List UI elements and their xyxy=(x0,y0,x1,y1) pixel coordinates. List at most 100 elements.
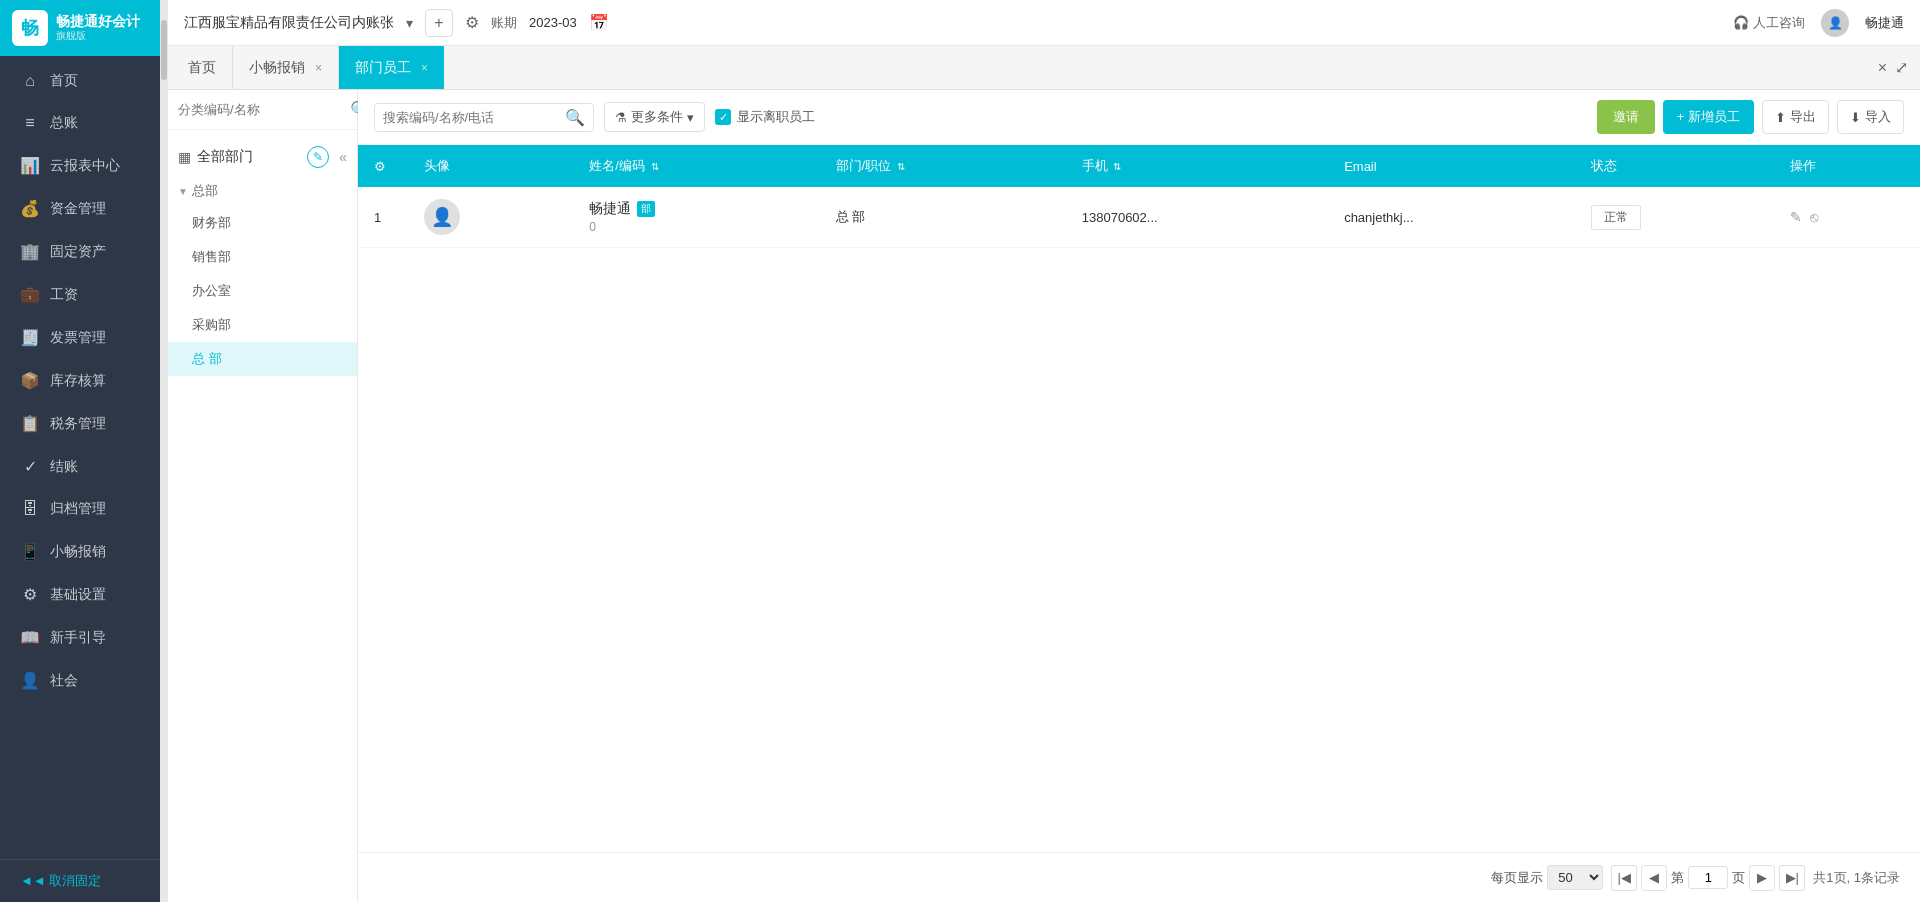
sidebar-item-expense[interactable]: 📱 小畅报销 xyxy=(0,530,160,573)
expense-icon: 📱 xyxy=(20,542,40,561)
collapse-button[interactable]: « xyxy=(339,149,347,165)
social-icon: 👤 xyxy=(20,671,40,690)
dept-parent-head: ▼ 总部 xyxy=(168,176,357,206)
name-sort-icon[interactable]: ⇅ xyxy=(651,161,659,172)
last-page-button[interactable]: ▶| xyxy=(1779,865,1805,891)
dept-item-office[interactable]: 办公室 xyxy=(168,274,357,308)
export-button[interactable]: ⬆ 导出 xyxy=(1762,100,1829,134)
reports-icon: 📊 xyxy=(20,156,40,175)
row-status: 正常 xyxy=(1575,187,1774,248)
period-label: 账期 xyxy=(491,14,517,32)
sidebar-item-archive[interactable]: 🗄 归档管理 xyxy=(0,488,160,530)
calendar-icon[interactable]: 📅 xyxy=(589,13,609,32)
employee-code: 0 xyxy=(589,220,803,234)
unpin-sidebar-button[interactable]: ◄◄ 取消固定 xyxy=(0,859,160,902)
sidebar-item-tax-label: 税务管理 xyxy=(50,415,106,433)
sidebar-item-salary-label: 工资 xyxy=(50,286,78,304)
filter-chevron-icon: ▾ xyxy=(687,110,694,125)
sidebar-item-invoice[interactable]: 🧾 发票管理 xyxy=(0,316,160,359)
table-row: 1 👤 畅捷通 部 0 xyxy=(358,187,1920,248)
col-dept[interactable]: 部门/职位 ⇅ xyxy=(820,145,1066,187)
row-email: chanjethkj... xyxy=(1328,187,1575,248)
dept-edit-button[interactable]: ✎ xyxy=(307,146,329,168)
dept-parent-label: 总部 xyxy=(192,182,218,200)
tab-close-button[interactable]: × xyxy=(1878,59,1887,77)
filter-button[interactable]: ⚗ 更多条件 ▾ xyxy=(604,102,705,132)
toolbar-right: 邀请 + 新增员工 ⬆ 导出 ⬇ 导入 xyxy=(1597,100,1904,134)
inventory-icon: 📦 xyxy=(20,371,40,390)
sidebar-item-ledger-label: 总账 xyxy=(50,114,78,132)
sidebar-item-finance-label: 资金管理 xyxy=(50,200,106,218)
tab-expense[interactable]: 小畅报销 × xyxy=(233,46,339,89)
row-avatar: 👤 xyxy=(408,187,573,248)
status-badge: 正常 xyxy=(1591,205,1641,230)
logo-area: 畅 畅捷通好会计 旗舰版 xyxy=(0,0,160,56)
col-name[interactable]: 姓名/编码 ⇅ xyxy=(573,145,819,187)
sidebar-item-social[interactable]: 👤 社会 xyxy=(0,659,160,702)
sidebar-item-home[interactable]: ⌂ 首页 xyxy=(0,60,160,102)
logout-icon[interactable]: ⎋ xyxy=(1810,209,1818,225)
topbar-right: 🎧 人工咨询 👤 畅捷通 xyxy=(1733,9,1904,37)
add-company-button[interactable]: + xyxy=(425,9,453,37)
sidebar-item-salary[interactable]: 💼 工资 xyxy=(0,273,160,316)
dept-sort-icon[interactable]: ⇅ xyxy=(897,161,905,172)
employee-search-input[interactable] xyxy=(383,110,561,125)
tab-department[interactable]: 部门员工 × xyxy=(339,46,444,89)
support-button[interactable]: 🎧 人工咨询 xyxy=(1733,14,1805,32)
invite-button[interactable]: 邀请 xyxy=(1597,100,1655,134)
sidebar-item-finance[interactable]: 💰 资金管理 xyxy=(0,187,160,230)
dept-arrow-icon: ▼ xyxy=(178,186,188,197)
per-page-select[interactable]: 50 100 200 xyxy=(1547,865,1603,890)
row-actions: ✎ ⎋ xyxy=(1774,187,1920,248)
prev-page-button[interactable]: ◀ xyxy=(1641,865,1667,891)
sidebar-item-inventory[interactable]: 📦 库存核算 xyxy=(0,359,160,402)
tab-department-close[interactable]: × xyxy=(421,61,428,75)
sidebar: 畅 畅捷通好会计 旗舰版 ⌂ 首页 ≡ 总账 📊 云报表中心 💰 资金管理 🏢 … xyxy=(0,0,160,902)
salary-icon: 💼 xyxy=(20,285,40,304)
sidebar-item-assets[interactable]: 🏢 固定资产 xyxy=(0,230,160,273)
tab-expand-button[interactable]: ⤢ xyxy=(1895,58,1908,77)
sidebar-item-tax[interactable]: 📋 税务管理 xyxy=(0,402,160,445)
row-dept: 总 部 xyxy=(820,187,1066,248)
sidebar-item-reports[interactable]: 📊 云报表中心 xyxy=(0,144,160,187)
dept-item-finance[interactable]: 财务部 xyxy=(168,206,357,240)
import-button[interactable]: ⬇ 导入 xyxy=(1837,100,1904,134)
edit-icon[interactable]: ✎ xyxy=(1790,209,1802,225)
sidebar-item-checkout[interactable]: ✓ 结账 xyxy=(0,445,160,488)
employee-panel: 🔍 ⚗ 更多条件 ▾ ✓ 显示离职员工 邀请 + 新增员工 ⬆ 导出 xyxy=(358,90,1920,902)
show-resigned-checkbox[interactable]: ✓ xyxy=(715,109,731,125)
sidebar-item-settings-label: 基础设置 xyxy=(50,586,106,604)
phone-sort-icon[interactable]: ⇅ xyxy=(1113,161,1121,172)
sidebar-item-settings[interactable]: ⚙ 基础设置 xyxy=(0,573,160,616)
sidebar-item-invoice-label: 发票管理 xyxy=(50,329,106,347)
dept-item-purchase[interactable]: 采购部 xyxy=(168,308,357,342)
import-label: 导入 xyxy=(1865,108,1891,126)
company-dropdown-button[interactable]: ▾ xyxy=(406,15,413,31)
all-departments-item[interactable]: ▦ 全部部门 ✎ « xyxy=(168,138,357,176)
page-input[interactable] xyxy=(1688,866,1728,889)
sidebar-item-ledger[interactable]: ≡ 总账 xyxy=(0,102,160,144)
first-page-button[interactable]: |◀ xyxy=(1611,865,1637,891)
dept-item-general[interactable]: 总 部 xyxy=(168,342,357,376)
tab-home[interactable]: 首页 xyxy=(172,46,233,89)
sidebar-item-guide[interactable]: 📖 新手引导 xyxy=(0,616,160,659)
tab-expense-close[interactable]: × xyxy=(315,61,322,75)
col-phone[interactable]: 手机 ⇅ xyxy=(1066,145,1328,187)
employee-list: 1 👤 畅捷通 部 0 xyxy=(358,187,1920,248)
col-settings[interactable]: ⚙ xyxy=(358,145,408,187)
settings-gear-button[interactable]: ⚙ xyxy=(465,13,479,32)
sidebar-scrollbar[interactable] xyxy=(160,0,168,902)
search-icon[interactable]: 🔍 xyxy=(565,108,585,127)
col-status: 状态 xyxy=(1575,145,1774,187)
assets-icon: 🏢 xyxy=(20,242,40,261)
add-employee-button[interactable]: + 新增员工 xyxy=(1663,100,1754,134)
dept-search-input[interactable] xyxy=(178,102,346,117)
col-email: Email xyxy=(1328,145,1575,187)
table-settings-icon[interactable]: ⚙ xyxy=(374,159,386,174)
dept-badge: 部 xyxy=(637,201,655,217)
ledger-icon: ≡ xyxy=(20,114,40,132)
sidebar-item-assets-label: 固定资产 xyxy=(50,243,106,261)
next-page-button[interactable]: ▶ xyxy=(1749,865,1775,891)
show-resigned-area: ✓ 显示离职员工 xyxy=(715,108,815,126)
dept-item-sales[interactable]: 销售部 xyxy=(168,240,357,274)
